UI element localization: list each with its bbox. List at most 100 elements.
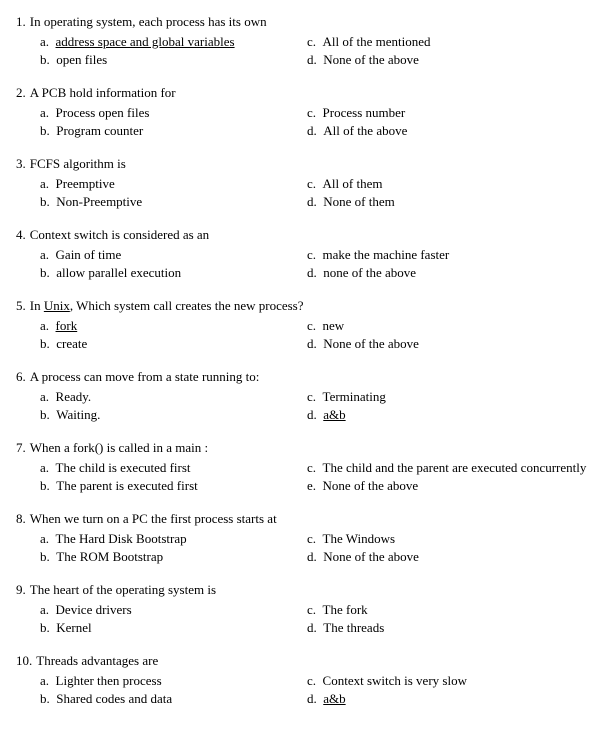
options-right: c. newd. None of the above xyxy=(307,317,590,353)
option-3: d. None of them xyxy=(307,193,590,211)
option-text: Terminating xyxy=(323,389,386,404)
question-number: 8. xyxy=(16,511,26,526)
question-body: When we turn on a PC the first process s… xyxy=(30,511,277,526)
option-3: d. None of the above xyxy=(307,548,590,566)
option-right-0: c. The child and the parent are executed… xyxy=(307,459,590,477)
options-right: c. All of themd. None of them xyxy=(307,175,590,211)
question-number: 5. xyxy=(16,298,26,313)
options-grid: a. Gain of timeb. allow parallel executi… xyxy=(16,246,590,282)
option-text: a&b xyxy=(323,691,345,706)
question-text: 7.When a fork() is called in a main : xyxy=(16,440,590,456)
option-2: c. The Windows xyxy=(307,530,590,548)
option-2: c. Context switch is very slow xyxy=(307,672,590,690)
options-left: a. Preemptiveb. Non-Preemptive xyxy=(16,175,299,211)
question-number: 4. xyxy=(16,227,26,242)
option-label: d. xyxy=(307,620,323,635)
option-label: b. xyxy=(40,336,56,351)
options-right: c. The Windowsd. None of the above xyxy=(307,530,590,566)
options-right: c. The forkd. The threads xyxy=(307,601,590,637)
options-grid: a. Preemptiveb. Non-Preemptivec. All of … xyxy=(16,175,590,211)
option-label: a. xyxy=(40,673,56,688)
question-number: 7. xyxy=(16,440,26,455)
option-label: b. xyxy=(40,407,56,422)
question-text: 5.In Unix, Which system call creates the… xyxy=(16,298,590,314)
option-3: d. The threads xyxy=(307,619,590,637)
option-left-0: a. The child is executed first xyxy=(16,459,299,477)
options-grid: a. Lighter then processb. Shared codes a… xyxy=(16,672,590,708)
options-left: a. address space and global variablesb. … xyxy=(16,33,299,69)
option-2: c. All of them xyxy=(307,175,590,193)
option-text: All of the mentioned xyxy=(323,34,431,49)
option-1: b. Program counter xyxy=(16,122,299,140)
option-1: b. Shared codes and data xyxy=(16,690,299,708)
question-body: A PCB hold information for xyxy=(30,85,176,100)
option-text: Shared codes and data xyxy=(56,691,172,706)
option-text: Preemptive xyxy=(56,176,115,191)
option-0: a. The Hard Disk Bootstrap xyxy=(16,530,299,548)
option-right-1: e. None of the above xyxy=(307,477,590,495)
question-number: 9. xyxy=(16,582,26,597)
option-text: Gain of time xyxy=(56,247,122,262)
option-1: b. Waiting. xyxy=(16,406,299,424)
option-label: a. xyxy=(40,460,56,475)
option-3: d. none of the above xyxy=(307,264,590,282)
option-1: b. allow parallel execution xyxy=(16,264,299,282)
question-text: 2.A PCB hold information for xyxy=(16,85,590,101)
question-text: 10.Threads advantages are xyxy=(16,653,590,669)
option-0: a. Lighter then process xyxy=(16,672,299,690)
option-label: e. xyxy=(307,478,323,493)
option-text: None of the above xyxy=(323,336,419,351)
option-label: a. xyxy=(40,105,56,120)
option-text: Kernel xyxy=(56,620,91,635)
option-2: c. Process number xyxy=(307,104,590,122)
options-grid: a. forkb. createc. newd. None of the abo… xyxy=(16,317,590,353)
option-label: b. xyxy=(40,549,56,564)
option-2: c. make the machine faster xyxy=(307,246,590,264)
option-text: The fork xyxy=(323,602,368,617)
question-block-2: 2.A PCB hold information for a. Process o… xyxy=(16,85,590,140)
option-text: None of the above xyxy=(323,549,419,564)
option-3: d. None of the above xyxy=(307,335,590,353)
option-1: b. Non-Preemptive xyxy=(16,193,299,211)
option-3: d. a&b xyxy=(307,406,590,424)
options-right: c. The child and the parent are executed… xyxy=(307,459,590,495)
option-label: d. xyxy=(307,194,323,209)
options-left: a. Device driversb. Kernel xyxy=(16,601,299,637)
option-2: c. The fork xyxy=(307,601,590,619)
option-text: None of the above xyxy=(323,478,419,493)
option-2: c. All of the mentioned xyxy=(307,33,590,51)
option-text: allow parallel execution xyxy=(56,265,181,280)
question-number: 10. xyxy=(16,653,32,668)
option-label: c. xyxy=(307,389,323,404)
option-label: c. xyxy=(307,318,323,333)
question-block-10: 10.Threads advantages are a. Lighter then… xyxy=(16,653,590,708)
options-grid: a. The Hard Disk Bootstrapb. The ROM Boo… xyxy=(16,530,590,566)
option-1: b. Kernel xyxy=(16,619,299,637)
options-left: a. Process open files b. Program counter xyxy=(16,104,299,140)
option-label: a. xyxy=(40,531,56,546)
option-label: d. xyxy=(307,549,323,564)
option-text: The parent is executed first xyxy=(56,478,198,493)
option-label: a. xyxy=(40,247,56,262)
options-right: c. Process numberd. All of the above xyxy=(307,104,590,140)
option-label: b. xyxy=(40,123,56,138)
question-block-4: 4.Context switch is considered as ana. G… xyxy=(16,227,590,282)
option-0: a. Ready. xyxy=(16,388,299,406)
option-label: a. xyxy=(40,602,56,617)
option-label: b. xyxy=(40,52,56,67)
option-label: c. xyxy=(307,460,323,475)
option-text: Process open files xyxy=(56,105,150,120)
option-label: c. xyxy=(307,531,323,546)
option-label: b. xyxy=(40,478,56,493)
question-body: The heart of the operating system is xyxy=(30,582,216,597)
question-block-3: 3.FCFS algorithm isa. Preemptiveb. Non-P… xyxy=(16,156,590,211)
option-label: b. xyxy=(40,620,56,635)
options-left: a. Lighter then processb. Shared codes a… xyxy=(16,672,299,708)
option-label: b. xyxy=(40,691,56,706)
option-text: All of the above xyxy=(323,123,407,138)
option-label: b. xyxy=(40,265,56,280)
option-0: a. Preemptive xyxy=(16,175,299,193)
options-right: c. make the machine fasterd. none of the… xyxy=(307,246,590,282)
option-text: create xyxy=(56,336,87,351)
option-text: The child is executed first xyxy=(56,460,191,475)
